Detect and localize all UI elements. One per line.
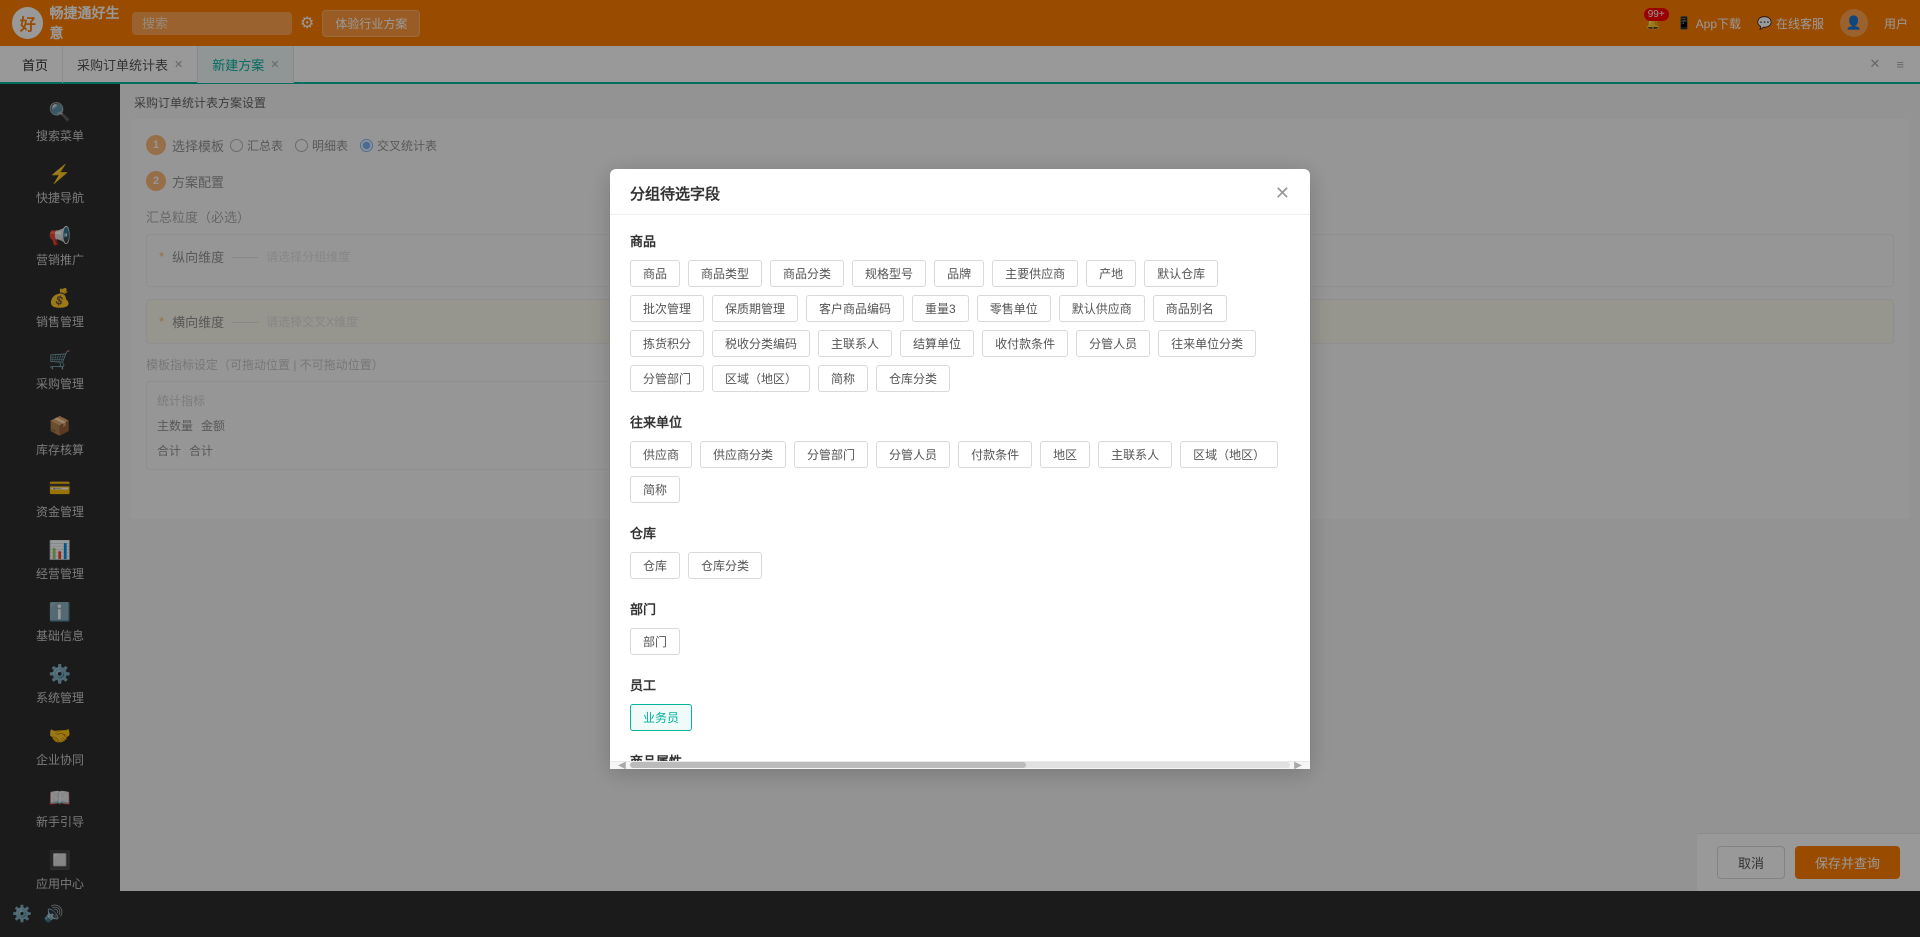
field-tag[interactable]: 简称 [818, 365, 868, 392]
horizontal-scrollbar-thumb [630, 762, 1026, 768]
scroll-left-arrow[interactable]: ◀ [614, 760, 630, 771]
field-select-modal: 分组待选字段 ✕ 商品 商品 商品类型 商品分类 规格型号 品牌 主要供应商 产… [610, 169, 1310, 769]
section-product-attr-title: 商品属性 [630, 751, 1290, 761]
field-tag[interactable]: 区域（地区） [1180, 441, 1278, 468]
field-tag-salesperson[interactable]: 业务员 [630, 704, 692, 731]
modal-title: 分组待选字段 [630, 183, 720, 204]
section-warehouse: 仓库 仓库 仓库分类 [630, 523, 1290, 579]
field-tag[interactable]: 主要供应商 [992, 260, 1078, 287]
field-tag[interactable]: 主联系人 [1098, 441, 1172, 468]
field-tag[interactable]: 品牌 [934, 260, 984, 287]
field-grid-employee: 业务员 [630, 704, 1290, 731]
section-product-attr: 商品属性 属性 颜色 多规格 尺码 鞋码 1 [630, 751, 1290, 761]
section-employee-title: 员工 [630, 675, 1290, 694]
field-grid-partner: 供应商 供应商分类 分管部门 分管人员 付款条件 地区 主联系人 区域（地区） … [630, 441, 1290, 503]
field-tag[interactable]: 保质期管理 [712, 295, 798, 322]
field-tag[interactable]: 仓库 [630, 552, 680, 579]
field-tag[interactable]: 收付款条件 [982, 330, 1068, 357]
field-tag[interactable]: 区域（地区） [712, 365, 810, 392]
field-tag[interactable]: 结算单位 [900, 330, 974, 357]
field-tag[interactable]: 客户商品编码 [806, 295, 904, 322]
scroll-right-arrow[interactable]: ▶ [1290, 760, 1306, 771]
field-tag[interactable]: 商品分类 [770, 260, 844, 287]
field-tag[interactable]: 供应商分类 [700, 441, 786, 468]
field-tag[interactable]: 分管部门 [630, 365, 704, 392]
field-tag[interactable]: 产地 [1086, 260, 1136, 287]
field-grid-warehouse: 仓库 仓库分类 [630, 552, 1290, 579]
field-tag[interactable]: 分管部门 [794, 441, 868, 468]
section-partner: 往来单位 供应商 供应商分类 分管部门 分管人员 付款条件 地区 主联系人 区域… [630, 412, 1290, 503]
horizontal-scrollbar[interactable] [630, 762, 1290, 768]
modal-overlay: 分组待选字段 ✕ 商品 商品 商品类型 商品分类 规格型号 品牌 主要供应商 产… [0, 0, 1920, 937]
field-tag[interactable]: 简称 [630, 476, 680, 503]
field-tag[interactable]: 默认仓库 [1144, 260, 1218, 287]
modal-header: 分组待选字段 ✕ [610, 169, 1310, 215]
field-tag[interactable]: 主联系人 [818, 330, 892, 357]
modal-body[interactable]: 商品 商品 商品类型 商品分类 规格型号 品牌 主要供应商 产地 默认仓库 批次… [610, 215, 1310, 761]
field-tag[interactable]: 零售单位 [977, 295, 1051, 322]
field-tag[interactable]: 供应商 [630, 441, 692, 468]
field-tag[interactable]: 默认供应商 [1059, 295, 1145, 322]
field-tag[interactable]: 仓库分类 [688, 552, 762, 579]
modal-close-button[interactable]: ✕ [1275, 184, 1290, 202]
section-department: 部门 部门 [630, 599, 1290, 655]
section-product-title: 商品 [630, 231, 1290, 250]
section-product: 商品 商品 商品类型 商品分类 规格型号 品牌 主要供应商 产地 默认仓库 批次… [630, 231, 1290, 392]
field-tag[interactable]: 地区 [1040, 441, 1090, 468]
field-tag[interactable]: 分管人员 [876, 441, 950, 468]
section-department-title: 部门 [630, 599, 1290, 618]
field-tag[interactable]: 规格型号 [852, 260, 926, 287]
field-tag[interactable]: 仓库分类 [876, 365, 950, 392]
field-tag[interactable]: 商品类型 [688, 260, 762, 287]
field-tag[interactable]: 分管人员 [1076, 330, 1150, 357]
field-tag[interactable]: 重量3 [912, 295, 969, 322]
field-tag[interactable]: 付款条件 [958, 441, 1032, 468]
field-tag[interactable]: 往来单位分类 [1158, 330, 1256, 357]
field-tag[interactable]: 批次管理 [630, 295, 704, 322]
field-tag[interactable]: 部门 [630, 628, 680, 655]
field-grid-product: 商品 商品类型 商品分类 规格型号 品牌 主要供应商 产地 默认仓库 批次管理 … [630, 260, 1290, 392]
field-tag[interactable]: 商品别名 [1153, 295, 1227, 322]
section-partner-title: 往来单位 [630, 412, 1290, 431]
field-grid-department: 部门 [630, 628, 1290, 655]
field-tag[interactable]: 拣货积分 [630, 330, 704, 357]
modal-footer-scrollbar[interactable]: ◀ ▶ [610, 761, 1310, 769]
field-tag[interactable]: 税收分类编码 [712, 330, 810, 357]
section-warehouse-title: 仓库 [630, 523, 1290, 542]
section-employee: 员工 业务员 [630, 675, 1290, 731]
field-tag[interactable]: 商品 [630, 260, 680, 287]
